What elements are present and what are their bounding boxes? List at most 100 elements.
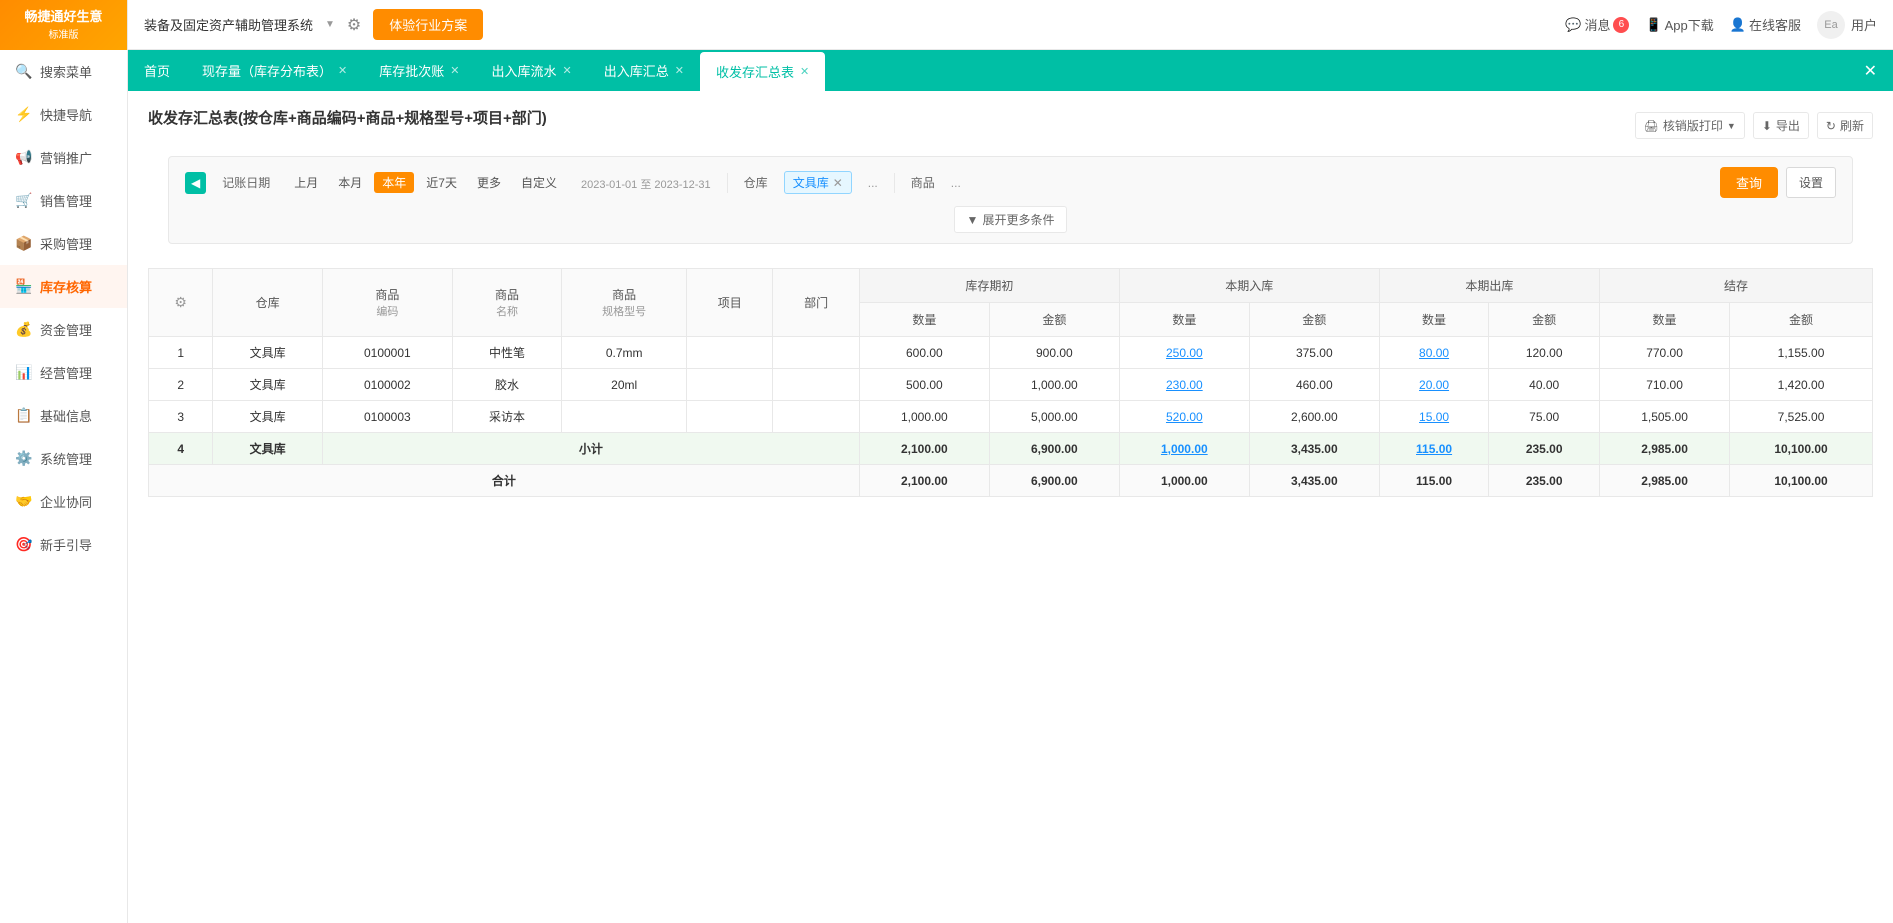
footer-closing-amt: 10,100.00	[1730, 465, 1873, 497]
row1-in-qty[interactable]: 250.00	[1119, 337, 1249, 369]
row3-opening-amt: 5,000.00	[989, 401, 1119, 433]
col-opening-amt-header: 金额	[989, 303, 1119, 337]
tab-receive-send-summary[interactable]: 收发存汇总表 ✕	[700, 52, 825, 91]
tab-in-out-summary-close[interactable]: ✕	[675, 64, 684, 77]
row3-in-qty-link[interactable]: 520.00	[1166, 410, 1203, 424]
col-project-header: 项目	[687, 269, 773, 337]
sidebar-item-purchase[interactable]: 📦 采购管理	[0, 222, 127, 265]
row1-closing-qty: 770.00	[1600, 337, 1730, 369]
query-button[interactable]: 查询	[1720, 167, 1778, 198]
warehouse-tag-close[interactable]: ✕	[833, 176, 843, 190]
sidebar-item-marketing[interactable]: 📢 营销推广	[0, 136, 127, 179]
message-label: 消息	[1584, 15, 1610, 34]
col-settings-header[interactable]: ⚙	[149, 269, 213, 337]
row2-out-qty-link[interactable]: 20.00	[1419, 378, 1449, 392]
sidebar-item-beginner[interactable]: 🎯 新手引导	[0, 523, 127, 566]
subtotal-out-qty[interactable]: 115.00	[1379, 433, 1489, 465]
message-icon: 💬	[1565, 17, 1581, 33]
sidebar-item-inventory[interactable]: 🏪 库存核算	[0, 265, 127, 308]
settings-table-button[interactable]: 设置	[1786, 167, 1836, 198]
sidebar-item-system[interactable]: ⚙️ 系统管理	[0, 437, 127, 480]
sidebar-item-quick-nav[interactable]: ⚡ 快捷导航	[0, 93, 127, 136]
tab-bar-close-icon[interactable]: ✕	[1848, 51, 1893, 91]
filter-collapse-btn[interactable]: ◀	[185, 172, 206, 194]
avatar: Ea	[1817, 11, 1845, 39]
tab-in-out-flow-close[interactable]: ✕	[563, 64, 572, 77]
export-button[interactable]: ⬇ 导出	[1753, 112, 1809, 139]
tab-batch-ledger[interactable]: 库存批次账 ✕	[363, 51, 475, 90]
date-range-display: 2023-01-01 至 2023-12-31	[581, 176, 711, 192]
subtotal-out-qty-link[interactable]: 115.00	[1416, 442, 1452, 456]
tab-in-out-flow[interactable]: 出入库流水 ✕	[475, 51, 587, 90]
row1-in-qty-link[interactable]: 250.00	[1166, 346, 1203, 360]
date-filter-label: 记账日期	[222, 174, 270, 191]
sidebar-item-search[interactable]: 🔍 搜索菜单	[0, 50, 127, 93]
subtotal-in-qty-link[interactable]: 1,000.00	[1161, 442, 1208, 456]
row3-out-amt: 75.00	[1489, 401, 1600, 433]
sidebar-item-finance[interactable]: 💰 资金管理	[0, 308, 127, 351]
tab-home[interactable]: 首页	[128, 51, 186, 90]
sidebar: 畅捷通好生意 标准版 🔍 搜索菜单 ⚡ 快捷导航 📢 营销推广 🛒 销售管理 📦…	[0, 0, 128, 923]
column-settings-icon[interactable]: ⚙	[174, 294, 187, 310]
logo-sub: 标准版	[24, 26, 102, 41]
row2-out-qty[interactable]: 20.00	[1379, 369, 1489, 401]
expand-more-btn[interactable]: ▼ 展开更多条件	[954, 206, 1068, 233]
date-option-prev-month[interactable]: 上月	[286, 172, 326, 193]
user-area[interactable]: Ea 用户	[1817, 11, 1877, 39]
col-goods-code-header: 商品编码	[322, 269, 452, 337]
row2-in-qty[interactable]: 230.00	[1119, 369, 1249, 401]
goods-more-btn[interactable]: ...	[951, 176, 961, 190]
subtotal-in-amt: 3,435.00	[1249, 433, 1379, 465]
trial-button[interactable]: 体验行业方案	[373, 9, 483, 40]
date-option-7days[interactable]: 近7天	[418, 172, 465, 193]
refresh-label: 刷新	[1840, 117, 1864, 134]
row1-closing-amt: 1,155.00	[1730, 337, 1873, 369]
tab-in-out-summary[interactable]: 出入库汇总 ✕	[588, 51, 700, 90]
footer-opening-amt: 6,900.00	[989, 465, 1119, 497]
tab-stock-dist[interactable]: 现存量（库存分布表） ✕	[186, 51, 363, 90]
sidebar-item-sales[interactable]: 🛒 销售管理	[0, 179, 127, 222]
subtotal-in-qty[interactable]: 1,000.00	[1119, 433, 1249, 465]
main-content: 装备及固定资产辅助管理系统 ▼ ⚙ 体验行业方案 💬 消息 6 📱 App下载 …	[128, 0, 1893, 923]
tab-bar: 首页 现存量（库存分布表） ✕ 库存批次账 ✕ 出入库流水 ✕ 出入库汇总 ✕ …	[128, 50, 1893, 91]
sidebar-item-enterprise[interactable]: 🤝 企业协同	[0, 480, 127, 523]
online-service-label: 在线客服	[1749, 15, 1801, 34]
row2-in-qty-link[interactable]: 230.00	[1166, 378, 1203, 392]
row2-opening-amt: 1,000.00	[989, 369, 1119, 401]
warehouse-more-btn[interactable]: ...	[868, 176, 878, 190]
warehouse-tag-label: 文具库	[793, 174, 829, 191]
row1-department	[773, 337, 859, 369]
row3-out-qty[interactable]: 15.00	[1379, 401, 1489, 433]
sidebar-item-label: 快捷导航	[40, 105, 92, 124]
message-area[interactable]: 💬 消息 6	[1565, 15, 1629, 34]
row1-opening-qty: 600.00	[859, 337, 989, 369]
tab-receive-send-close[interactable]: ✕	[800, 65, 809, 78]
settings-icon[interactable]: ⚙	[347, 15, 361, 35]
col-out-amt-header: 金额	[1489, 303, 1600, 337]
date-option-this-year[interactable]: 本年	[374, 172, 414, 193]
date-option-more[interactable]: 更多	[469, 172, 509, 193]
online-service-area[interactable]: 👤 在线客服	[1730, 15, 1801, 34]
row2-closing-amt: 1,420.00	[1730, 369, 1873, 401]
row3-out-qty-link[interactable]: 15.00	[1419, 410, 1449, 424]
app-download-area[interactable]: 📱 App下载	[1645, 15, 1713, 34]
row1-out-qty[interactable]: 80.00	[1379, 337, 1489, 369]
search-icon: 🔍	[16, 64, 32, 80]
date-option-custom[interactable]: 自定义	[513, 172, 565, 193]
date-option-this-month[interactable]: 本月	[330, 172, 370, 193]
table-row: 3 文具库 0100003 采访本 1,000.00 5,000.00 520.…	[149, 401, 1873, 433]
row3-in-qty[interactable]: 520.00	[1119, 401, 1249, 433]
print-button[interactable]: 🖨 核销版打印 ▼	[1635, 112, 1745, 139]
footer-label: 合计	[149, 465, 860, 497]
col-out-qty-header: 数量	[1379, 303, 1489, 337]
tab-receive-send-label: 收发存汇总表	[716, 62, 794, 81]
sidebar-item-base-info[interactable]: 📋 基础信息	[0, 394, 127, 437]
refresh-button[interactable]: ↻ 刷新	[1817, 112, 1873, 139]
tab-stock-dist-close[interactable]: ✕	[338, 64, 347, 77]
sidebar-item-operations[interactable]: 📊 经营管理	[0, 351, 127, 394]
tab-batch-ledger-close[interactable]: ✕	[450, 64, 459, 77]
sales-icon: 🛒	[16, 193, 32, 209]
subtotal-row: 4 文具库 小计 2,100.00 6,900.00 1,000.00 3,43…	[149, 433, 1873, 465]
row1-out-qty-link[interactable]: 80.00	[1419, 346, 1449, 360]
row2-goods-name: 胶水	[452, 369, 561, 401]
